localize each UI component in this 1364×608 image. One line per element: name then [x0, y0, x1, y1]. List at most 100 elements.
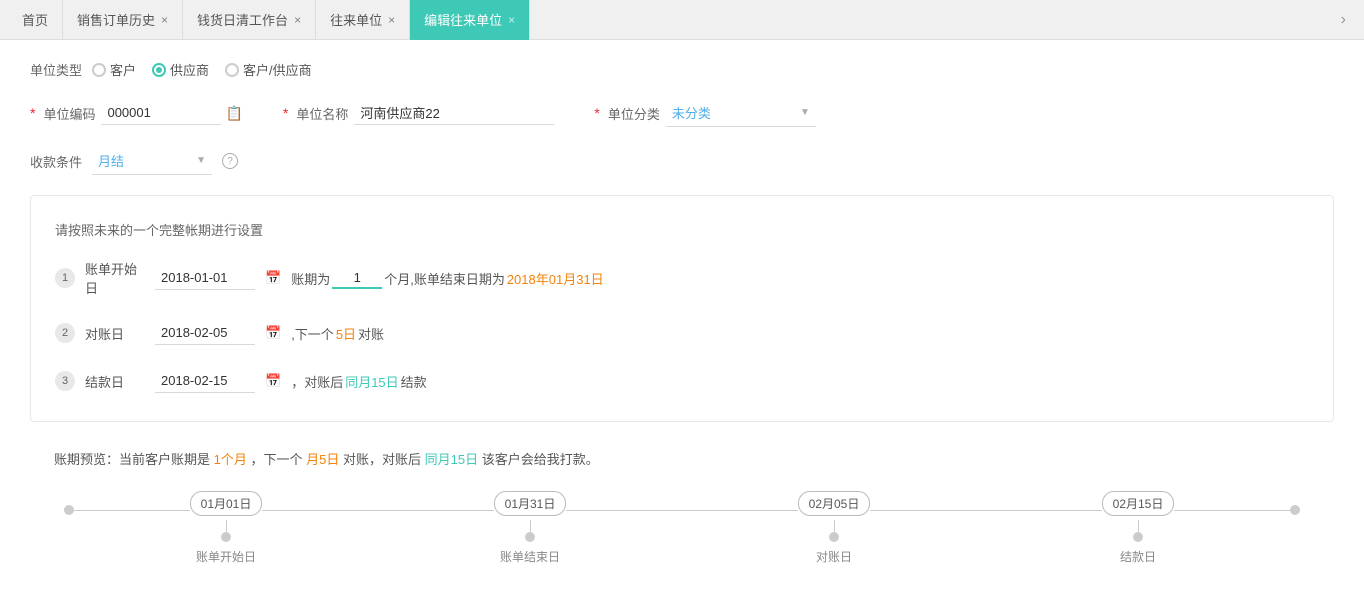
preview-connector2: 对账，对账后 — [343, 452, 421, 467]
tl-dot-01 — [221, 532, 231, 542]
preview-connector1: ，下一个 — [251, 452, 303, 467]
tab-partners[interactable]: 往来单位 × — [316, 0, 410, 40]
preview-part1: 1个月 — [214, 452, 247, 467]
name-input[interactable] — [354, 101, 554, 125]
tab-bar: 首页 销售订单历史 × 钱货日清工作台 × 往来单位 × 编辑往来单位 × › — [0, 0, 1364, 40]
period-title: 请按照未来的一个完整帐期进行设置 — [55, 220, 1309, 239]
preview-section: 账期预览：当前客户账期是 1个月 ，下一个 月5日 对账，对账后 同月15日 该… — [30, 432, 1334, 581]
tl-start-dot — [64, 491, 74, 515]
period-start-date-input[interactable] — [155, 266, 255, 290]
period-label-reconcile: 对账日 — [85, 324, 145, 343]
tl-dot-0215 — [1133, 532, 1143, 542]
tl-seg-2 — [262, 510, 493, 511]
radio-customer[interactable]: 客户 — [92, 60, 136, 79]
preview-ending: 该客户会给我打款。 — [482, 452, 599, 467]
category-required: * — [594, 105, 599, 121]
period-months-input[interactable] — [332, 268, 382, 289]
tl-node-1 — [74, 491, 190, 511]
period-payment-date-input[interactable] — [155, 369, 255, 393]
period-row-1: 1 账单开始日 📅 账期为 个月,账单结束日期为 2018年01月31日 — [55, 259, 1309, 297]
period-payment-highlight: 同月15日 — [345, 372, 398, 391]
name-label: 单位名称 — [296, 104, 348, 123]
period-num-1: 1 — [55, 268, 75, 288]
tl-dot-left — [64, 505, 74, 515]
period-reconcile-highlight: 5日 — [336, 324, 356, 343]
tab-edit-partner[interactable]: 编辑往来单位 × — [410, 0, 530, 40]
code-required: * — [30, 105, 35, 121]
period-box: 请按照未来的一个完整帐期进行设置 1 账单开始日 📅 账期为 个月,账单结束日期… — [30, 195, 1334, 422]
payment-value: 月结 — [98, 151, 192, 170]
name-field-group: * 单位名称 — [283, 101, 554, 125]
radio-circle-both — [225, 63, 239, 77]
period-reconcile-cal-icon[interactable]: 📅 — [265, 325, 281, 341]
tab-close-sales-history[interactable]: × — [161, 13, 168, 27]
radio-both[interactable]: 客户/供应商 — [225, 60, 312, 79]
tl-label-0205: 对账日 — [816, 548, 852, 565]
tl-dot-31 — [525, 532, 535, 542]
main-content: 单位类型 客户 供应商 客户/供应商 * 单位编码 📋 — [0, 40, 1364, 608]
name-required: * — [283, 105, 288, 121]
tl-pill-31: 01月31日 — [494, 491, 567, 516]
radio-circle-supplier — [152, 63, 166, 77]
tl-node-reconcile: 02月05日 对账日 — [798, 491, 871, 565]
payment-help-icon[interactable]: ? — [222, 153, 238, 169]
period-num-3: 3 — [55, 371, 75, 391]
preview-part3: 同月15日 — [425, 452, 478, 467]
tl-seg-5 — [1174, 510, 1290, 511]
tl-node-end: 01月31日 账单结束日 — [494, 491, 567, 565]
tl-node-start: 01月01日 账单开始日 — [190, 491, 263, 565]
unit-type-label: 单位类型 — [30, 60, 82, 79]
radio-supplier[interactable]: 供应商 — [152, 60, 209, 79]
tab-close-partners[interactable]: × — [388, 13, 395, 27]
payment-dropdown[interactable]: 月结 ▼ — [92, 147, 212, 175]
tl-seg-3 — [566, 510, 797, 511]
radio-circle-customer — [92, 63, 106, 77]
code-input[interactable] — [101, 101, 221, 125]
period-end-date-highlight: 2018年01月31日 — [507, 269, 604, 288]
code-input-wrapper: 📋 — [101, 101, 242, 125]
period-reconcile-desc: ,下一个 5日 对账 — [291, 324, 384, 343]
category-label: 单位分类 — [608, 104, 660, 123]
payment-row: 收款条件 月结 ▼ ? — [30, 147, 1334, 175]
preview-text: 账期预览：当前客户账期是 1个月 ，下一个 月5日 对账，对账后 同月15日 该… — [54, 448, 1310, 471]
period-label-payment: 结款日 — [85, 372, 145, 391]
period-label-start: 账单开始日 — [85, 259, 145, 297]
tl-pill-01: 01月01日 — [190, 491, 263, 516]
tl-seg-4 — [870, 510, 1101, 511]
tl-node-payment: 02月15日 结款日 — [1102, 491, 1175, 565]
timeline: 01月01日 账单开始日 01月31日 账单结束日 02月05日 — [54, 491, 1310, 565]
category-chevron-icon: ▼ — [800, 107, 810, 118]
period-payment-cal-icon[interactable]: 📅 — [265, 373, 281, 389]
period-reconcile-date-input[interactable] — [155, 321, 255, 345]
category-field-group: * 单位分类 未分类 ▼ — [594, 99, 815, 127]
tl-pill-0205: 02月05日 — [798, 491, 871, 516]
period-start-cal-icon[interactable]: 📅 — [265, 270, 281, 286]
tl-dot-0205 — [829, 532, 839, 542]
code-name-category-row: * 单位编码 📋 * 单位名称 * 单位分类 未分类 ▼ — [30, 99, 1334, 127]
radio-group-unit-type: 客户 供应商 客户/供应商 — [92, 60, 312, 79]
tl-end-dot — [1290, 491, 1300, 515]
period-row-2: 2 对账日 📅 ,下一个 5日 对账 — [55, 321, 1309, 345]
tab-daily-work[interactable]: 钱货日清工作台 × — [183, 0, 316, 40]
category-dropdown[interactable]: 未分类 ▼ — [666, 99, 816, 127]
unit-type-row: 单位类型 客户 供应商 客户/供应商 — [30, 60, 1334, 79]
tab-close-edit-partner[interactable]: × — [508, 13, 515, 27]
tl-label-01: 账单开始日 — [196, 548, 256, 565]
preview-label: 账期预览：当前客户账期是 — [54, 452, 210, 467]
tab-expand-icon[interactable]: › — [1331, 11, 1356, 29]
tl-label-0215: 结款日 — [1120, 548, 1156, 565]
period-start-desc: 账期为 个月,账单结束日期为 2018年01月31日 — [291, 268, 603, 289]
payment-label: 收款条件 — [30, 152, 82, 171]
period-payment-desc: ，对账后 同月15日 结款 — [291, 372, 427, 391]
code-label: 单位编码 — [43, 104, 95, 123]
tl-label-31: 账单结束日 — [500, 548, 560, 565]
tab-sales-history[interactable]: 销售订单历史 × — [63, 0, 183, 40]
code-copy-icon[interactable]: 📋 — [225, 105, 242, 122]
payment-chevron-icon: ▼ — [196, 155, 206, 166]
tab-close-daily-work[interactable]: × — [294, 13, 301, 27]
tl-pill-0215: 02月15日 — [1102, 491, 1175, 516]
tab-home[interactable]: 首页 — [8, 0, 63, 40]
tl-dot-right — [1290, 505, 1300, 515]
code-field-group: * 单位编码 📋 — [30, 101, 243, 125]
period-num-2: 2 — [55, 323, 75, 343]
